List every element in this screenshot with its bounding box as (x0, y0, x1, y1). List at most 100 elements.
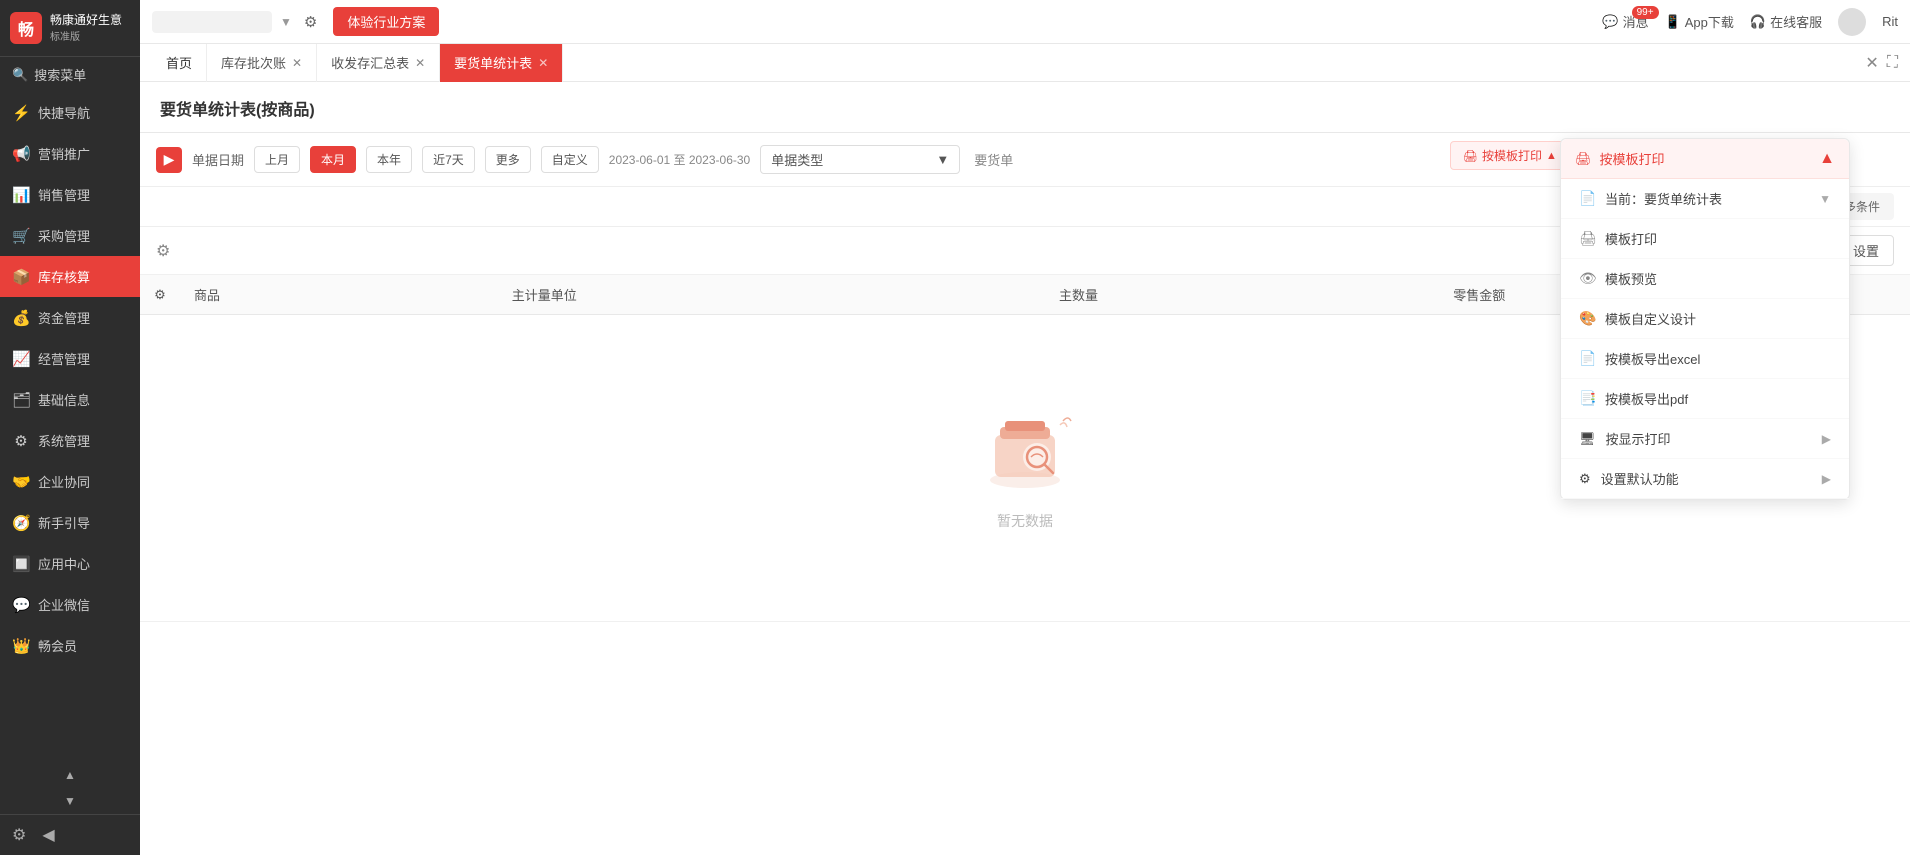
tabs-right: ✕ ⛶ (1865, 53, 1898, 73)
sidebar-item-sales[interactable]: 📊 销售管理 (0, 174, 140, 215)
tabs-bar: 首页 库存批次账 ✕ 收发存汇总表 ✕ 要货单统计表 ✕ ✕ ⛶ (140, 44, 1910, 82)
sidebar-item-appstore[interactable]: 🔲 应用中心 (0, 543, 140, 584)
sidebar-item-guide[interactable]: 🧭 新手引导 (0, 502, 140, 543)
collapse-icon[interactable]: ◀ (42, 825, 54, 845)
dropdown-default-func[interactable]: ⚙ 设置默认功能 ▶ (1561, 459, 1849, 499)
sidebar-logo: 畅 畅康通好生意 标准版 (0, 0, 140, 57)
topbar-search-input[interactable] (152, 11, 272, 33)
col-settings[interactable]: ⚙ (140, 275, 180, 315)
col-quantity: 主数量 (1045, 275, 1439, 315)
topbar: ▼ ⚙ 体验行业方案 💬 消息 99+ 📱 App下载 🎧 在线客服 Rit (140, 0, 1910, 44)
dropdown-export-pdf[interactable]: 📑 按模板导出pdf (1561, 379, 1849, 419)
quick-nav-icon: ⚡ (12, 104, 30, 122)
tab-batch-account[interactable]: 库存批次账 ✕ (207, 44, 317, 82)
sidebar-item-label: 资金管理 (38, 308, 90, 327)
last-7-days-button[interactable]: 近7天 (422, 146, 475, 173)
tab-order-stats[interactable]: 要货单统计表 ✕ (440, 44, 563, 82)
expand-tabs-button[interactable]: ⛶ (1887, 54, 1898, 72)
default-func-icon: ⚙ (1579, 471, 1591, 487)
sidebar-scroll-down[interactable]: ▼ (58, 792, 82, 810)
close-all-tabs-button[interactable]: ✕ (1865, 53, 1878, 73)
prev-month-button[interactable]: 上月 (254, 146, 300, 173)
export-pdf-label: 按模板导出pdf (1605, 389, 1688, 408)
dropdown-export-excel[interactable]: 📄 按模板导出excel (1561, 339, 1849, 379)
empty-text: 暂无数据 (997, 511, 1053, 531)
template-preview-icon: 👁 (1579, 270, 1595, 287)
goods-field-label: 要货单 (974, 150, 1013, 169)
print-dropdown-panel: 🖨 按模板打印 ▲ 📄 当前：要货单统计表 ▼ 🖨 模板打印 👁 模板预览 🎨 … (1560, 138, 1850, 500)
topbar-gear-icon[interactable]: ⚙ (304, 13, 317, 31)
username-label: Rit (1882, 14, 1898, 29)
settings-icon[interactable]: ⚙ (12, 825, 26, 845)
table-settings-icon[interactable]: ⚙ (156, 241, 170, 261)
sidebar-item-label: 营销推广 (38, 144, 90, 163)
display-print-label: 按显示打印 (1606, 429, 1671, 448)
sidebar-item-marketing[interactable]: 📢 营销推广 (0, 133, 140, 174)
sidebar-item-system[interactable]: ⚙ 系统管理 (0, 420, 140, 461)
page-header: 要货单统计表(按商品) (140, 82, 1910, 133)
sidebar-item-purchase[interactable]: 🛒 采购管理 (0, 215, 140, 256)
tab-home[interactable]: 首页 (152, 44, 207, 82)
sidebar-item-label: 企业协同 (38, 472, 90, 491)
dropdown-current-item[interactable]: 📄 当前：要货单统计表 ▼ (1561, 179, 1849, 219)
messages-badge: 99+ (1632, 6, 1659, 19)
date-range-display: 2023-06-01 至 2023-06-30 (609, 151, 750, 168)
custom-date-button[interactable]: 自定义 (541, 146, 599, 173)
avatar[interactable] (1838, 8, 1866, 36)
display-print-icon: 🖥 (1579, 431, 1596, 447)
sidebar-item-label: 采购管理 (38, 226, 90, 245)
filter-toggle-button[interactable]: ▶ (156, 147, 182, 173)
sidebar-item-enterprise[interactable]: 🤝 企业协同 (0, 461, 140, 502)
wecom-icon: 💬 (12, 596, 30, 614)
basic-icon: 🗂 (12, 391, 30, 409)
dropdown-template-preview[interactable]: 👁 模板预览 (1561, 259, 1849, 299)
sidebar-item-label: 经营管理 (38, 349, 90, 368)
tab-close-batch-account[interactable]: ✕ (292, 56, 302, 70)
sidebar-item-inventory[interactable]: 📦 库存核算 (0, 256, 140, 297)
sidebar-item-finance[interactable]: 💰 资金管理 (0, 297, 140, 338)
sidebar-search[interactable]: 🔍 搜索菜单 (0, 57, 140, 92)
sidebar-item-label: 快捷导航 (38, 103, 90, 122)
appstore-icon: 🔲 (12, 555, 30, 573)
sidebar-item-member[interactable]: 👑 畅会员 (0, 625, 140, 666)
more-dates-button[interactable]: 更多 (485, 146, 531, 173)
topbar-chevron-icon[interactable]: ▼ (280, 15, 292, 29)
tab-collection-summary[interactable]: 收发存汇总表 ✕ (317, 44, 440, 82)
sidebar-item-label: 应用中心 (38, 554, 90, 573)
template-design-icon: 🎨 (1579, 310, 1595, 327)
marketing-icon: 📢 (12, 145, 30, 163)
message-icon: 💬 (1602, 14, 1618, 30)
empty-illustration (975, 405, 1075, 495)
messages-button[interactable]: 💬 消息 99+ (1602, 12, 1648, 31)
current-month-button[interactable]: 本月 (310, 146, 356, 173)
tab-close-collection-summary[interactable]: ✕ (415, 56, 425, 70)
dropdown-header[interactable]: 🖨 按模板打印 ▲ (1561, 139, 1849, 179)
sidebar-scroll-up[interactable]: ▲ (58, 766, 82, 784)
guide-icon: 🧭 (12, 514, 30, 532)
dropdown-display-print[interactable]: 🖥 按显示打印 ▶ (1561, 419, 1849, 459)
print-button[interactable]: 🖨 按模板打印 ▲ (1450, 141, 1570, 170)
export-pdf-icon: 📑 (1579, 390, 1595, 407)
col-goods: 商品 (180, 275, 498, 315)
type-chevron-icon: ▼ (936, 152, 949, 167)
sidebar-item-operation[interactable]: 📈 经营管理 (0, 338, 140, 379)
service-icon: 🎧 (1750, 14, 1766, 30)
online-service-button[interactable]: 🎧 在线客服 (1750, 12, 1822, 31)
dropdown-close-icon[interactable]: ▲ (1819, 150, 1835, 168)
sidebar-item-quick-nav[interactable]: ⚡ 快捷导航 (0, 92, 140, 133)
type-filter-select[interactable]: 单据类型 ▼ (760, 145, 960, 174)
sidebar-item-label: 基础信息 (38, 390, 90, 409)
sidebar-item-wecom[interactable]: 💬 企业微信 (0, 584, 140, 625)
system-icon: ⚙ (12, 432, 30, 450)
trial-button[interactable]: 体验行业方案 (333, 7, 439, 36)
date-filter-label: 单据日期 (192, 150, 244, 169)
dropdown-template-print[interactable]: 🖨 模板打印 (1561, 219, 1849, 259)
app-name: 畅康通好生意 (50, 13, 122, 29)
app-download-button[interactable]: 📱 App下载 (1665, 12, 1734, 31)
sidebar-item-basic[interactable]: 🗂 基础信息 (0, 379, 140, 420)
dropdown-template-design[interactable]: 🎨 模板自定义设计 (1561, 299, 1849, 339)
search-icon: 🔍 (12, 67, 28, 83)
current-year-button[interactable]: 本年 (366, 146, 412, 173)
tab-close-order-stats[interactable]: ✕ (538, 56, 548, 70)
current-item-icon: 📄 (1579, 190, 1595, 207)
